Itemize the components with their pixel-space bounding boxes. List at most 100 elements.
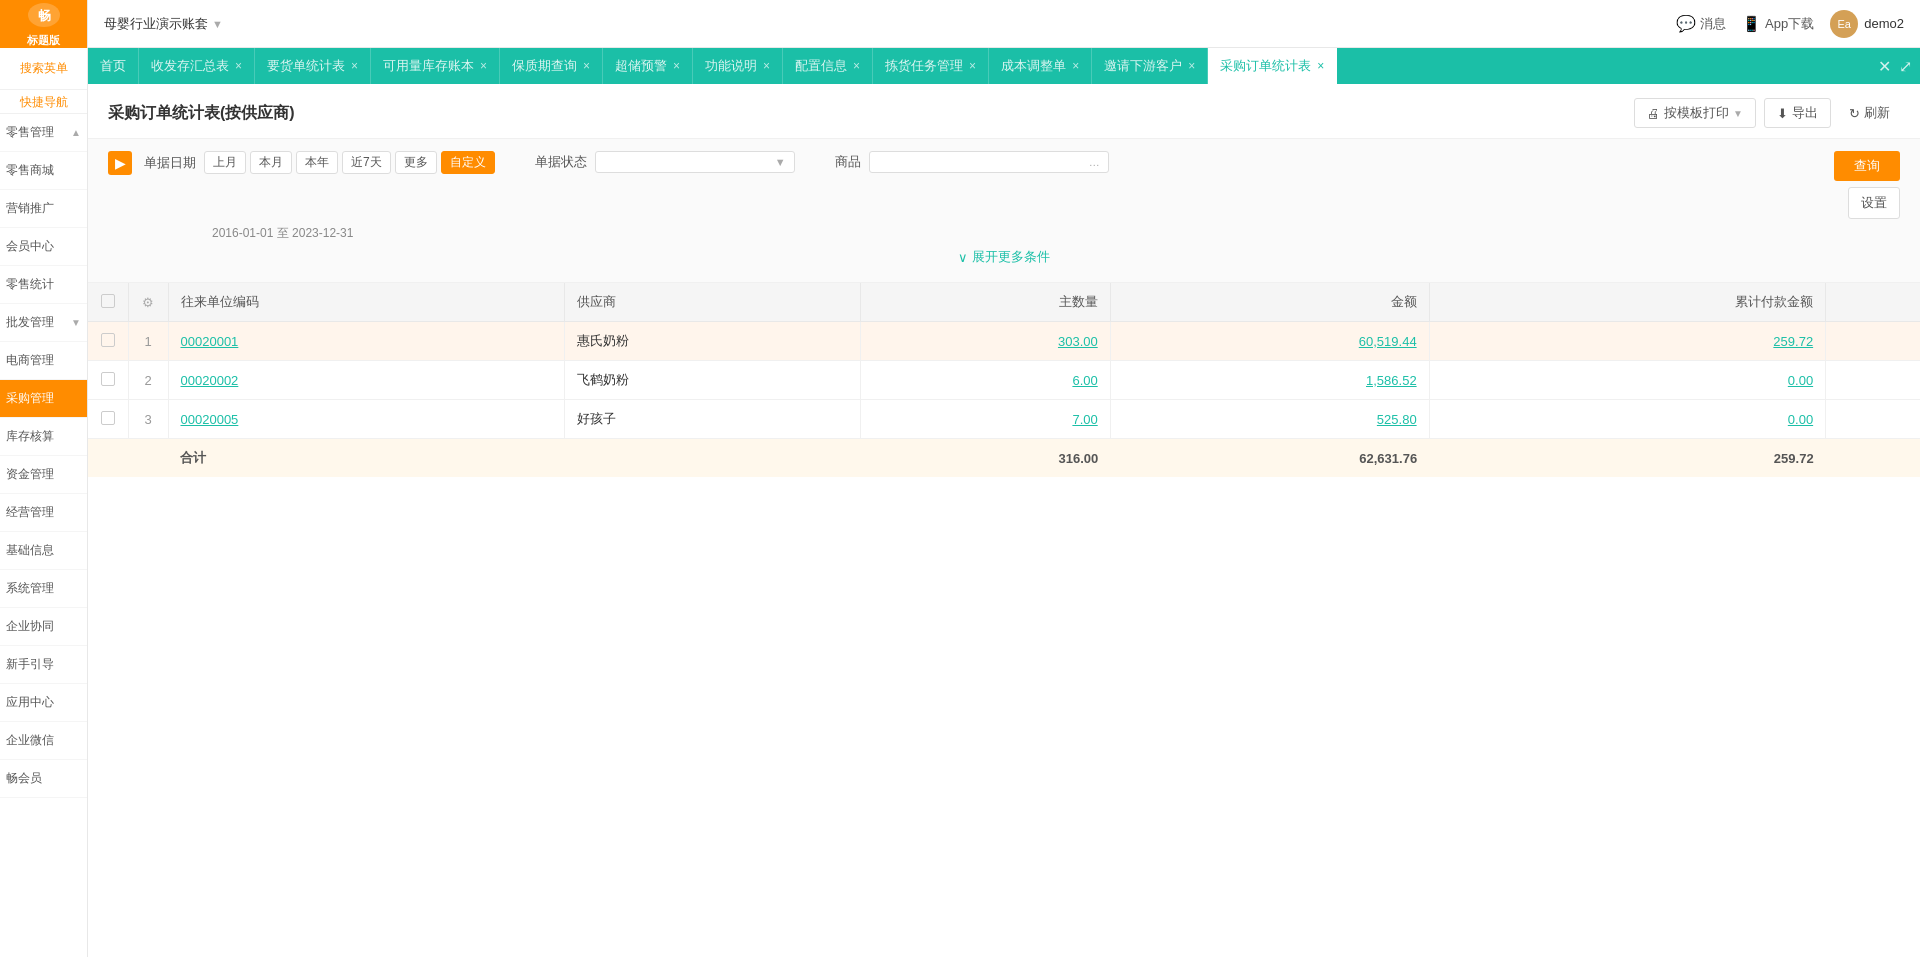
app-download-button[interactable]: 📱 App下载	[1742, 15, 1814, 33]
row-1-paid[interactable]: 259.72	[1429, 322, 1826, 361]
row-3-amount[interactable]: 525.80	[1110, 400, 1429, 439]
export-label: 导出	[1792, 104, 1818, 122]
tab-purchase-stats[interactable]: 要货单统计表 ×	[255, 48, 371, 84]
tab-config-close[interactable]: ×	[853, 59, 860, 73]
date-btn-this-month[interactable]: 本月	[250, 151, 292, 174]
row-2-extra	[1826, 361, 1920, 400]
tab-window-maximize[interactable]: ⤢	[1899, 57, 1912, 76]
tab-overstock[interactable]: 超储预警 ×	[603, 48, 693, 84]
sidebar-item-system[interactable]: 系统管理	[0, 570, 87, 608]
sidebar-item-marketing[interactable]: 营销推广	[0, 190, 87, 228]
refresh-button[interactable]: ↻ 刷新	[1839, 99, 1900, 127]
goods-input[interactable]: …	[869, 151, 1109, 173]
row-1-qty[interactable]: 303.00	[861, 322, 1110, 361]
sidebar-item-wechat[interactable]: 企业微信	[0, 722, 87, 760]
row-1-checkbox[interactable]	[101, 333, 115, 347]
select-all-checkbox[interactable]	[101, 294, 115, 308]
sidebar-item-member[interactable]: 会员中心	[0, 228, 87, 266]
tab-collect-close[interactable]: ×	[235, 59, 242, 73]
table-row: 1 00020001 惠氏奶粉 303.00 60,519.44 259.72	[88, 322, 1920, 361]
tab-cost-adj[interactable]: 成本调整单 ×	[989, 48, 1092, 84]
table-area: ⚙ 往来单位编码 供应商 主数量 金额 累计付款金额	[88, 283, 1920, 957]
tab-inventory-book-close[interactable]: ×	[480, 59, 487, 73]
status-select[interactable]: ▼	[595, 151, 795, 173]
sidebar-item-wholesale[interactable]: 批发管理 ▼	[0, 304, 87, 342]
topbar: 母婴行业演示账套 ▼ 💬 消息 📱 App下载 Ea demo2	[88, 0, 1920, 48]
tab-pick-task-close[interactable]: ×	[969, 59, 976, 73]
tab-overstock-close[interactable]: ×	[673, 59, 680, 73]
filter-top-row: 单据日期 上月 本月 本年 近7天 更多 自定义	[144, 151, 1900, 219]
query-button[interactable]: 查询	[1834, 151, 1900, 181]
export-button[interactable]: ⬇ 导出	[1764, 98, 1831, 128]
tab-purchase-order-stats[interactable]: 采购订单统计表 ×	[1208, 48, 1337, 84]
search-menu-button[interactable]: 搜索英单	[6, 56, 81, 81]
sidebar-item-basic[interactable]: 基础信息	[0, 532, 87, 570]
row-1-extra	[1826, 322, 1920, 361]
table-row: 2 00020002 飞鹤奶粉 6.00 1,586.52 0.00	[88, 361, 1920, 400]
table-header-index: ⚙	[128, 283, 168, 322]
tab-expiry-close[interactable]: ×	[583, 59, 590, 73]
print-button[interactable]: 🖨 按模板打印 ▼	[1634, 98, 1756, 128]
tab-function-desc-close[interactable]: ×	[763, 59, 770, 73]
tab-cost-adj-close[interactable]: ×	[1072, 59, 1079, 73]
tab-window-close[interactable]: ✕	[1878, 57, 1891, 76]
row-2-qty[interactable]: 6.00	[861, 361, 1110, 400]
tab-inventory-book[interactable]: 可用量库存账本 ×	[371, 48, 500, 84]
row-2-paid[interactable]: 0.00	[1429, 361, 1826, 400]
expand-more-button[interactable]: ∨ 展开更多条件	[108, 242, 1900, 270]
tab-config[interactable]: 配置信息 ×	[783, 48, 873, 84]
sidebar-item-inventory[interactable]: 库存核算	[0, 418, 87, 456]
row-2-code[interactable]: 00020002	[168, 361, 565, 400]
sidebar-item-finance[interactable]: 资金管理	[0, 456, 87, 494]
sidebar-item-appcenter[interactable]: 应用中心	[0, 684, 87, 722]
sidebar-item-operation[interactable]: 经营管理	[0, 494, 87, 532]
date-range-display: 2016-01-01 至 2023-12-31	[212, 225, 353, 242]
date-btn-more[interactable]: 更多	[395, 151, 437, 174]
row-1-supplier: 惠氏奶粉	[565, 322, 861, 361]
row-3-qty[interactable]: 7.00	[861, 400, 1110, 439]
sidebar-item-member2[interactable]: 畅会员	[0, 760, 87, 798]
sidebar-item-ecommerce[interactable]: 电商管理	[0, 342, 87, 380]
date-btn-custom[interactable]: 自定义	[441, 151, 495, 174]
avatar: Ea	[1830, 10, 1858, 38]
warehouse-selector[interactable]: 母婴行业演示账套 ▼	[104, 15, 223, 33]
sidebar-item-retail-stats[interactable]: 零售统计	[0, 266, 87, 304]
date-btn-last-month[interactable]: 上月	[204, 151, 246, 174]
sidebar-item-basic-label: 基础信息	[6, 542, 54, 559]
page-header: 采购订单统计表(按供应商) 🖨 按模板打印 ▼ ⬇ 导出 ↻ 刷新	[88, 84, 1920, 139]
settings-button[interactable]: 设置	[1848, 187, 1900, 219]
date-btn-this-year[interactable]: 本年	[296, 151, 338, 174]
message-button[interactable]: 💬 消息	[1676, 14, 1726, 33]
tab-invite-down-close[interactable]: ×	[1188, 59, 1195, 73]
sidebar-item-cooperation[interactable]: 企业协同	[0, 608, 87, 646]
tab-pick-task[interactable]: 拣货任务管理 ×	[873, 48, 989, 84]
date-btn-7days[interactable]: 近7天	[342, 151, 391, 174]
tab-collect[interactable]: 收发存汇总表 ×	[139, 48, 255, 84]
logo[interactable]: 畅 标题版	[0, 0, 87, 48]
column-settings-icon[interactable]: ⚙	[142, 295, 154, 310]
sidebar-item-purchase[interactable]: 采购管理	[0, 380, 87, 418]
row-2-amount[interactable]: 1,586.52	[1110, 361, 1429, 400]
tab-home[interactable]: 首页	[88, 48, 139, 84]
sidebar-item-inventory-label: 库存核算	[6, 428, 54, 445]
tab-cost-adj-label: 成本调整单	[1001, 57, 1066, 75]
expand-filter-button[interactable]: ▶	[108, 151, 132, 175]
row-3-checkbox[interactable]	[101, 411, 115, 425]
user-menu[interactable]: Ea demo2	[1830, 10, 1904, 38]
row-2-checkbox[interactable]	[101, 372, 115, 386]
row-3-code[interactable]: 00020005	[168, 400, 565, 439]
tab-purchase-order-stats-close[interactable]: ×	[1317, 59, 1324, 73]
tab-purchase-stats-label: 要货单统计表	[267, 57, 345, 75]
tab-function-desc[interactable]: 功能说明 ×	[693, 48, 783, 84]
app-download-label: App下载	[1765, 15, 1814, 33]
row-1-amount[interactable]: 60,519.44	[1110, 322, 1429, 361]
sidebar-item-newbie[interactable]: 新手引导	[0, 646, 87, 684]
tab-purchase-stats-close[interactable]: ×	[351, 59, 358, 73]
tab-expiry[interactable]: 保质期查询 ×	[500, 48, 603, 84]
row-3-paid[interactable]: 0.00	[1429, 400, 1826, 439]
refresh-icon: ↻	[1849, 106, 1860, 121]
tab-invite-down[interactable]: 邀请下游客户 ×	[1092, 48, 1208, 84]
sidebar-item-retail[interactable]: 零售管理 ▲	[0, 114, 87, 152]
sidebar-item-retail-store[interactable]: 零售商城	[0, 152, 87, 190]
row-1-code[interactable]: 00020001	[168, 322, 565, 361]
